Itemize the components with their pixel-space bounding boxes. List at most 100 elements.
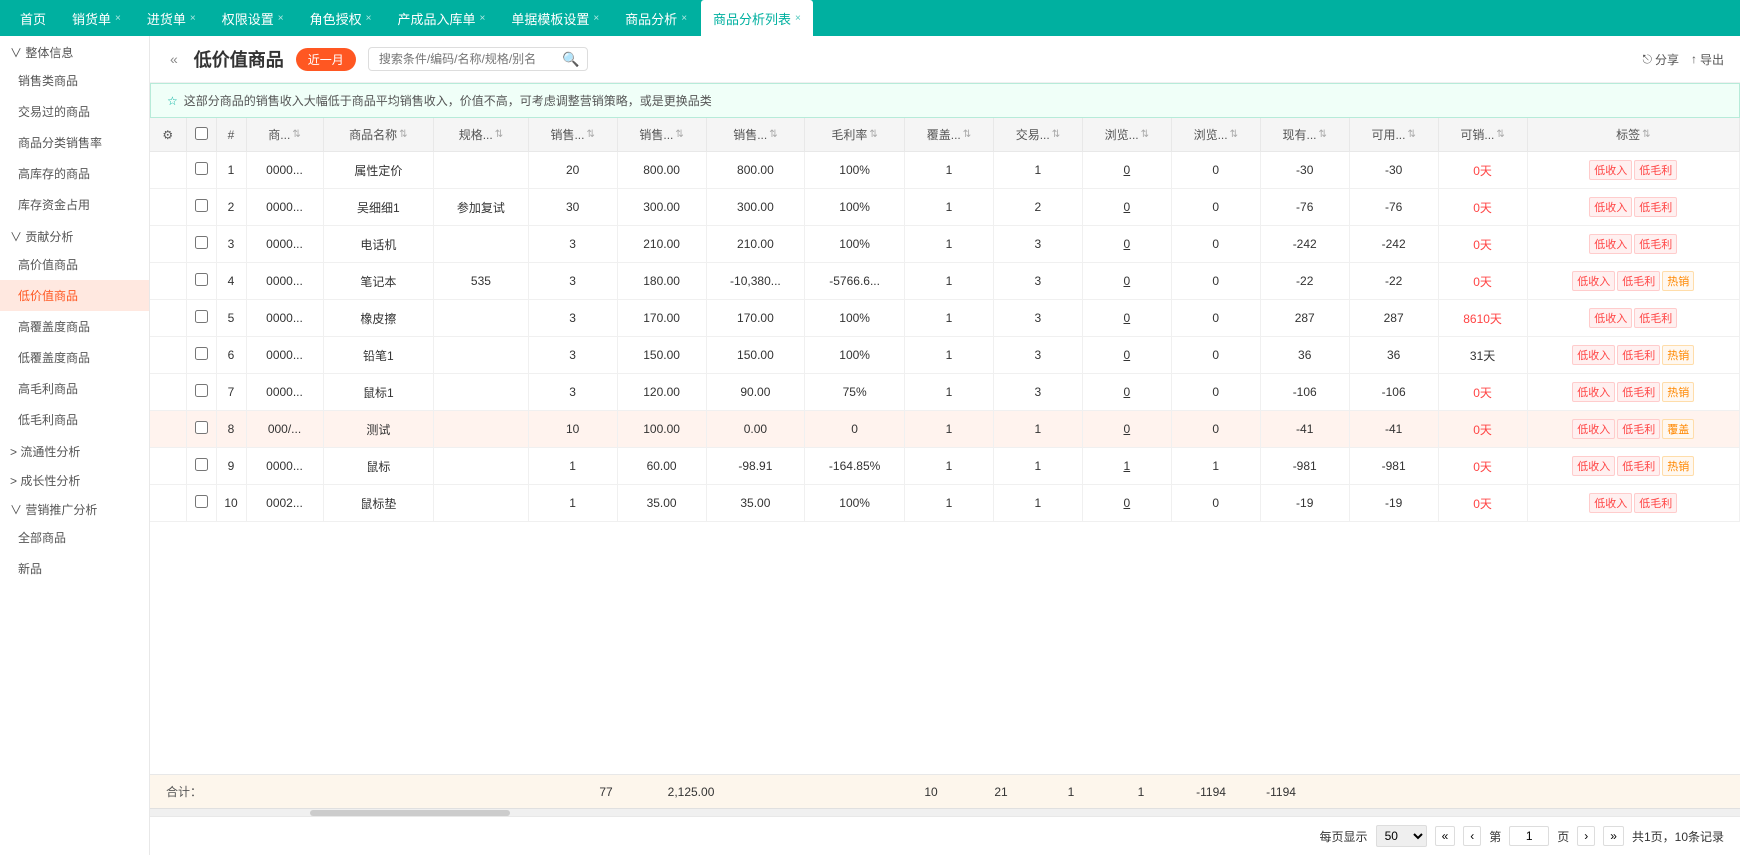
views1-link[interactable]: 0 [1123,237,1130,251]
views1-link[interactable]: 0 [1123,348,1130,362]
sidebar-item-stock-capital[interactable]: 库存资金占用 [0,189,149,220]
sidebar-item-category-sales-rate[interactable]: 商品分类销售率 [0,127,149,158]
sidebar-item-new-products[interactable]: 新品 [0,553,149,584]
close-icon[interactable]: × [593,13,599,24]
col-name[interactable]: 商品名称⇅ [323,118,434,152]
sidebar-group-circulation[interactable]: > 流通性分析 [0,435,149,464]
row-checkbox[interactable] [195,162,208,175]
nav-sales-order[interactable]: 销货单 × [60,0,133,36]
col-settings[interactable]: ⚙ [150,118,186,152]
cell-views1[interactable]: 0 [1082,411,1171,448]
sidebar-item-low-margin[interactable]: 低毛利商品 [0,404,149,435]
cell-checkbox[interactable] [186,189,216,226]
views1-link[interactable]: 0 [1123,422,1130,436]
col-views1[interactable]: 浏览...⇅ [1082,118,1171,152]
cell-views1[interactable]: 0 [1082,263,1171,300]
row-checkbox[interactable] [195,347,208,360]
col-gross-rate[interactable]: 毛利率⇅ [805,118,905,152]
col-num[interactable]: # [216,118,246,152]
cell-checkbox[interactable] [186,411,216,448]
sidebar-item-sales-products[interactable]: 销售类商品 [0,65,149,96]
first-page-button[interactable]: « [1435,826,1456,846]
sidebar-item-high-coverage[interactable]: 高覆盖度商品 [0,311,149,342]
sidebar-item-low-value[interactable]: 低价值商品 [0,280,149,311]
cell-views1[interactable]: 0 [1082,152,1171,189]
data-table-wrapper[interactable]: ⚙ # 商...⇅ 商品名称⇅ 规格...⇅ 销售...⇅ 销售...⇅ 销售.… [150,118,1740,774]
close-icon[interactable]: × [115,13,121,24]
row-checkbox[interactable] [195,458,208,471]
views1-link[interactable]: 0 [1123,163,1130,177]
nav-product-instock[interactable]: 产成品入库单 × [385,0,497,36]
cell-checkbox[interactable] [186,263,216,300]
cell-checkbox[interactable] [186,226,216,263]
close-icon[interactable]: × [795,13,801,24]
sidebar-item-traded-products[interactable]: 交易过的商品 [0,96,149,127]
sidebar-item-high-value[interactable]: 高价值商品 [0,249,149,280]
row-checkbox[interactable] [195,273,208,286]
sidebar-group-contribution[interactable]: ∨ 贡献分析 [0,220,149,249]
views1-link[interactable]: 0 [1123,496,1130,510]
col-transactions[interactable]: 交易...⇅ [993,118,1082,152]
row-checkbox[interactable] [195,236,208,249]
sidebar-item-all-products[interactable]: 全部商品 [0,522,149,553]
views1-link[interactable]: 0 [1123,274,1130,288]
nav-purchase-order[interactable]: 进货单 × [135,0,208,36]
col-coverage[interactable]: 覆盖...⇅ [904,118,993,152]
cell-views1[interactable]: 0 [1082,337,1171,374]
col-checkbox[interactable] [186,118,216,152]
col-tags[interactable]: 标签⇅ [1527,118,1739,152]
share-button[interactable]: ⎋ 分享 [1642,51,1679,68]
row-checkbox[interactable] [195,495,208,508]
col-spec[interactable]: 规格...⇅ [434,118,529,152]
cell-checkbox[interactable] [186,337,216,374]
cell-checkbox[interactable] [186,485,216,522]
cell-checkbox[interactable] [186,152,216,189]
per-page-select[interactable]: 50 100 200 [1376,825,1427,847]
col-sales-qty[interactable]: 销售...⇅ [528,118,617,152]
cell-views1[interactable]: 0 [1082,485,1171,522]
sidebar-group-growth[interactable]: > 成长性分析 [0,464,149,493]
nav-role-auth[interactable]: 角色授权 × [298,0,384,36]
cell-checkbox[interactable] [186,300,216,337]
sidebar-item-high-margin[interactable]: 高毛利商品 [0,373,149,404]
cell-checkbox[interactable] [186,448,216,485]
close-icon[interactable]: × [278,13,284,24]
filter-period-button[interactable]: 近一月 [296,48,356,71]
last-page-button[interactable]: » [1603,826,1624,846]
next-page-button[interactable]: › [1577,826,1595,846]
row-checkbox[interactable] [195,199,208,212]
sidebar-group-overall[interactable]: ∨ 整体信息 [0,36,149,65]
search-input[interactable] [368,47,588,71]
search-icon[interactable]: 🔍 [562,51,579,68]
close-icon[interactable]: × [479,13,485,24]
views1-link[interactable]: 1 [1123,459,1130,473]
cell-views1[interactable]: 0 [1082,189,1171,226]
nav-product-analysis[interactable]: 商品分析 × [613,0,699,36]
nav-permission[interactable]: 权限设置 × [210,0,296,36]
collapse-sidebar-button[interactable]: « [166,47,182,71]
col-days[interactable]: 可销...⇅ [1438,118,1527,152]
prev-page-button[interactable]: ‹ [1463,826,1481,846]
horizontal-scrollbar[interactable] [150,808,1740,816]
cell-views1[interactable]: 1 [1082,448,1171,485]
row-checkbox[interactable] [195,421,208,434]
close-icon[interactable]: × [366,13,372,24]
cell-checkbox[interactable] [186,374,216,411]
cell-views1[interactable]: 0 [1082,374,1171,411]
views1-link[interactable]: 0 [1123,200,1130,214]
cell-views1[interactable]: 0 [1082,226,1171,263]
views1-link[interactable]: 0 [1123,385,1130,399]
sidebar-item-high-stock[interactable]: 高库存的商品 [0,158,149,189]
close-icon[interactable]: × [681,13,687,24]
select-all-checkbox[interactable] [195,127,208,140]
col-sales-avg[interactable]: 销售...⇅ [706,118,805,152]
sidebar-item-low-coverage[interactable]: 低覆盖度商品 [0,342,149,373]
col-stock[interactable]: 现有...⇅ [1260,118,1349,152]
row-checkbox[interactable] [195,384,208,397]
nav-product-analysis-list[interactable]: 商品分析列表 × [701,0,813,36]
cell-views1[interactable]: 0 [1082,300,1171,337]
nav-template-setting[interactable]: 单据模板设置 × [499,0,611,36]
export-button[interactable]: ↑ 导出 [1691,51,1724,68]
col-avail[interactable]: 可用...⇅ [1349,118,1438,152]
col-code[interactable]: 商...⇅ [246,118,323,152]
